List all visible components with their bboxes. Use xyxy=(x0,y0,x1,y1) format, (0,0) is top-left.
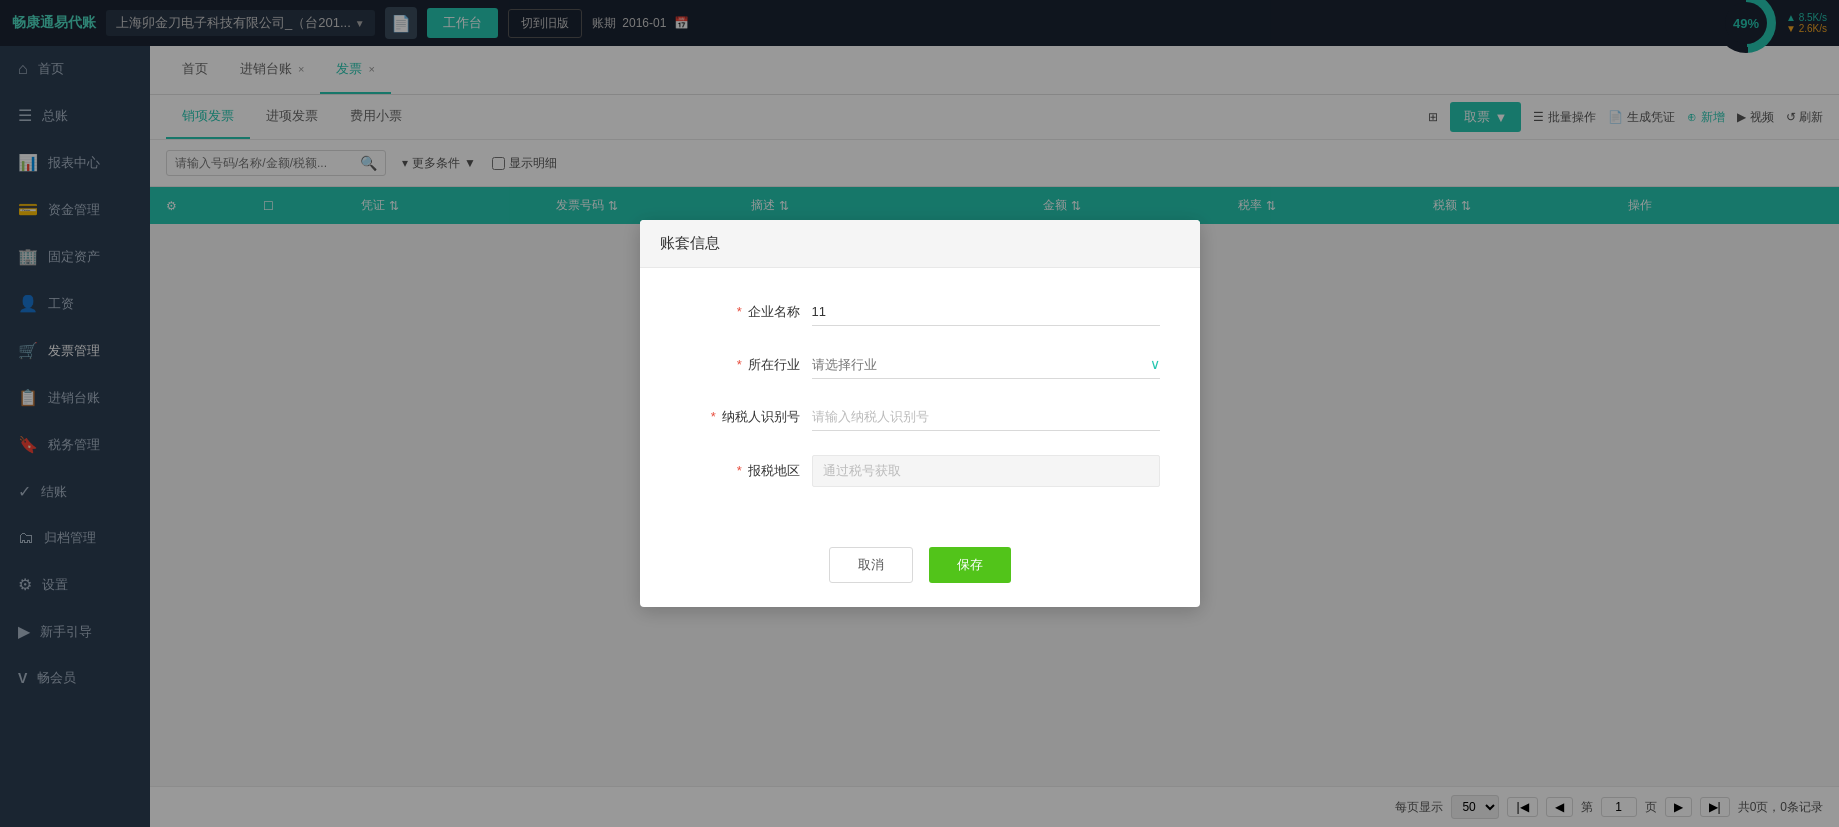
save-button[interactable]: 保存 xyxy=(929,547,1011,583)
industry-row: * 所在行业 ∨ xyxy=(680,350,1160,379)
tax-region-readonly: 通过税号获取 xyxy=(812,455,1160,487)
dialog-title: 账套信息 xyxy=(660,234,720,251)
cancel-button[interactable]: 取消 xyxy=(829,547,913,583)
dialog-footer: 取消 保存 xyxy=(640,531,1200,607)
tax-region-label: * 报税地区 xyxy=(680,462,800,480)
required-mark: * xyxy=(737,304,742,319)
account-info-dialog: 账套信息 * 企业名称 * 所在行业 ∨ xyxy=(640,220,1200,607)
industry-label: * 所在行业 xyxy=(680,356,800,374)
tax-id-label: * 纳税人识别号 xyxy=(680,408,800,426)
industry-select[interactable]: ∨ xyxy=(812,350,1160,379)
dialog-header: 账套信息 xyxy=(640,220,1200,268)
company-name-label: * 企业名称 xyxy=(680,303,800,321)
chevron-down-icon: ∨ xyxy=(1150,356,1160,372)
tax-id-row: * 纳税人识别号 xyxy=(680,403,1160,431)
required-mark: * xyxy=(711,409,716,424)
required-mark: * xyxy=(737,357,742,372)
tax-region-row: * 报税地区 通过税号获取 xyxy=(680,455,1160,487)
modal-overlay: 账套信息 * 企业名称 * 所在行业 ∨ xyxy=(0,0,1839,827)
industry-input[interactable] xyxy=(812,357,1150,372)
company-name-input[interactable] xyxy=(812,298,1160,326)
tax-id-input[interactable] xyxy=(812,403,1160,431)
required-mark: * xyxy=(737,463,742,478)
tax-region-placeholder: 通过税号获取 xyxy=(823,463,901,478)
company-name-row: * 企业名称 xyxy=(680,298,1160,326)
dialog-body: * 企业名称 * 所在行业 ∨ * 纳税人识 xyxy=(640,268,1200,531)
